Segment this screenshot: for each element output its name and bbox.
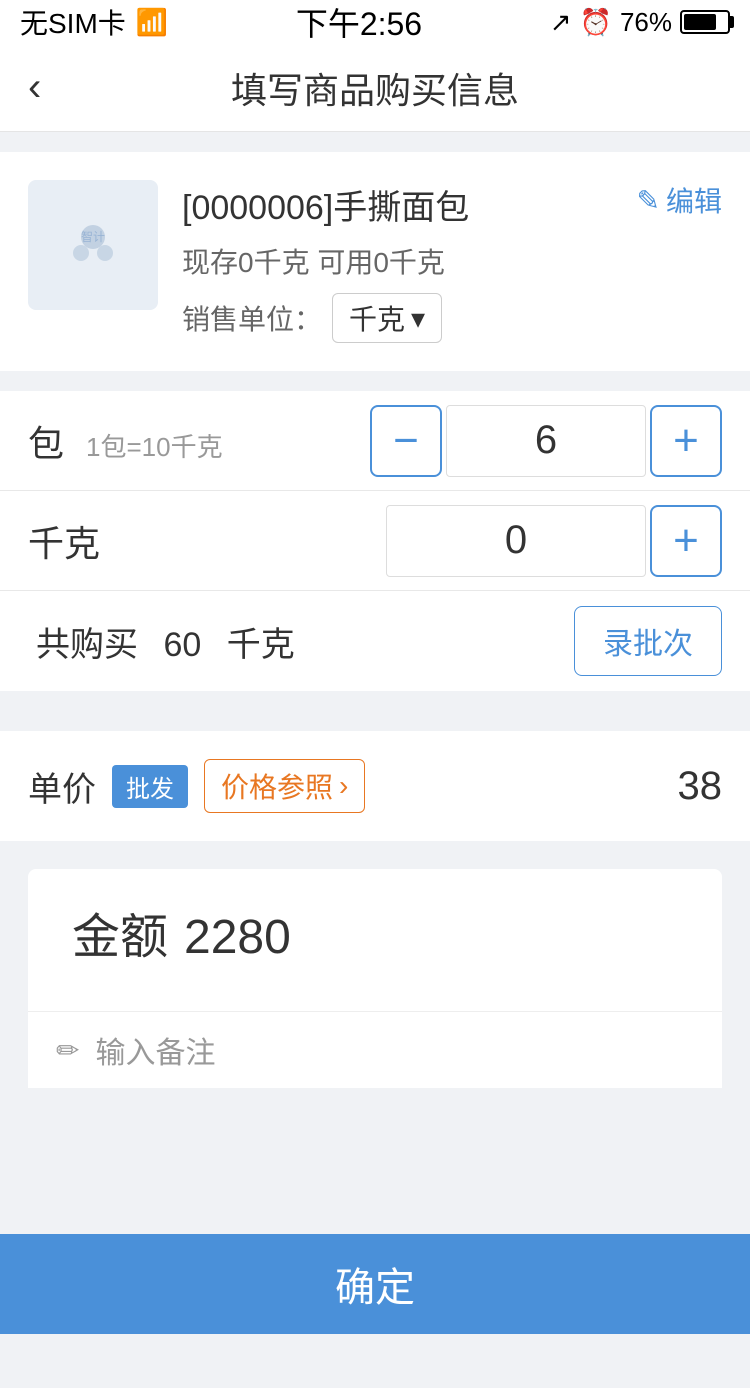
amount-row: 金额2280 — [28, 869, 722, 1011]
kg-qty-value[interactable]: 0 — [386, 505, 646, 577]
total-row: 共购买 60 千克 录批次 — [0, 591, 750, 691]
unit-select[interactable]: 千克 ▾ — [332, 293, 442, 343]
svg-text:智计: 智计 — [81, 229, 105, 244]
status-bar: 无SIM卡 📶 下午2:56 ↗ ⏰ 76% — [0, 0, 750, 44]
edit-icon: ✎ — [637, 184, 660, 217]
price-label: 单价 — [28, 762, 96, 811]
bag-hint: 1包=10千克 — [86, 432, 223, 462]
edit-label: 编辑 — [666, 180, 722, 220]
price-ref-label: 价格参照 — [221, 766, 333, 806]
unit-label: 销售单位： — [182, 298, 322, 338]
amount-value: 2280 — [184, 911, 291, 964]
total-prefix: 共购买 — [36, 626, 138, 664]
total-suffix: 千克 — [227, 626, 295, 664]
status-left: 无SIM卡 📶 — [20, 2, 168, 42]
wifi-icon: 📶 — [136, 7, 168, 38]
battery-percent: 76% — [620, 7, 672, 38]
kg-qty-control: 0 + — [386, 505, 722, 577]
bag-qty-control: − 6 + — [370, 405, 722, 477]
kg-increment-button[interactable]: + — [650, 505, 722, 577]
total-text: 共购买 60 千克 — [28, 617, 574, 666]
carrier-text: 无SIM卡 — [20, 2, 126, 42]
remark-placeholder: 输入备注 — [95, 1028, 215, 1072]
status-right: ↗ ⏰ 76% — [550, 7, 730, 38]
product-thumbnail: 智计 — [28, 180, 158, 310]
remark-row[interactable]: ✏ 输入备注 — [28, 1011, 722, 1088]
unit-value: 千克 — [349, 298, 405, 338]
price-section: 单价 批发 价格参照 › 38 — [0, 731, 750, 841]
product-stock: 现存0千克 可用0千克 — [182, 241, 722, 281]
total-value: 60 — [163, 626, 201, 664]
price-value: 38 — [678, 764, 723, 809]
kg-input-row: 千克 0 + — [0, 491, 750, 591]
bag-input-row: 包 1包=10千克 − 6 + — [0, 391, 750, 491]
back-button[interactable]: ‹ — [28, 65, 41, 110]
remark-icon: ✏ — [56, 1034, 79, 1067]
nav-bar: ‹ 填写商品购买信息 — [0, 44, 750, 132]
gps-icon: ↗ — [550, 7, 572, 38]
back-icon: ‹ — [28, 65, 41, 110]
product-logo-icon: 智计 — [63, 215, 123, 275]
edit-button[interactable]: ✎ 编辑 — [637, 180, 722, 220]
confirm-button[interactable]: 确定 — [0, 1234, 750, 1334]
bag-decrement-button[interactable]: − — [370, 405, 442, 477]
product-unit-row: 销售单位： 千克 ▾ — [182, 293, 722, 343]
divider-2 — [0, 691, 750, 711]
price-ref-chevron-icon: › — [339, 770, 348, 802]
kg-label: 千克 — [28, 515, 386, 567]
unit-dropdown-icon: ▾ — [411, 302, 425, 335]
alarm-icon: ⏰ — [580, 7, 612, 38]
bag-label: 包 1包=10千克 — [28, 415, 370, 467]
amount-label: 金额2280 — [56, 897, 694, 967]
divider-1 — [0, 371, 750, 391]
bag-qty-value[interactable]: 6 — [446, 405, 646, 477]
status-time: 下午2:56 — [296, 0, 422, 45]
product-card: 智计 [0000006]手撕面包 现存0千克 可用0千克 销售单位： 千克 ▾ … — [0, 152, 750, 371]
price-type-tag: 批发 — [112, 765, 188, 808]
price-reference-button[interactable]: 价格参照 › — [204, 759, 365, 813]
battery-icon — [680, 10, 730, 34]
bag-increment-button[interactable]: + — [650, 405, 722, 477]
amount-section: 金额2280 ✏ 输入备注 — [0, 841, 750, 1088]
page-title: 填写商品购买信息 — [231, 62, 519, 114]
batch-button[interactable]: 录批次 — [574, 606, 722, 676]
